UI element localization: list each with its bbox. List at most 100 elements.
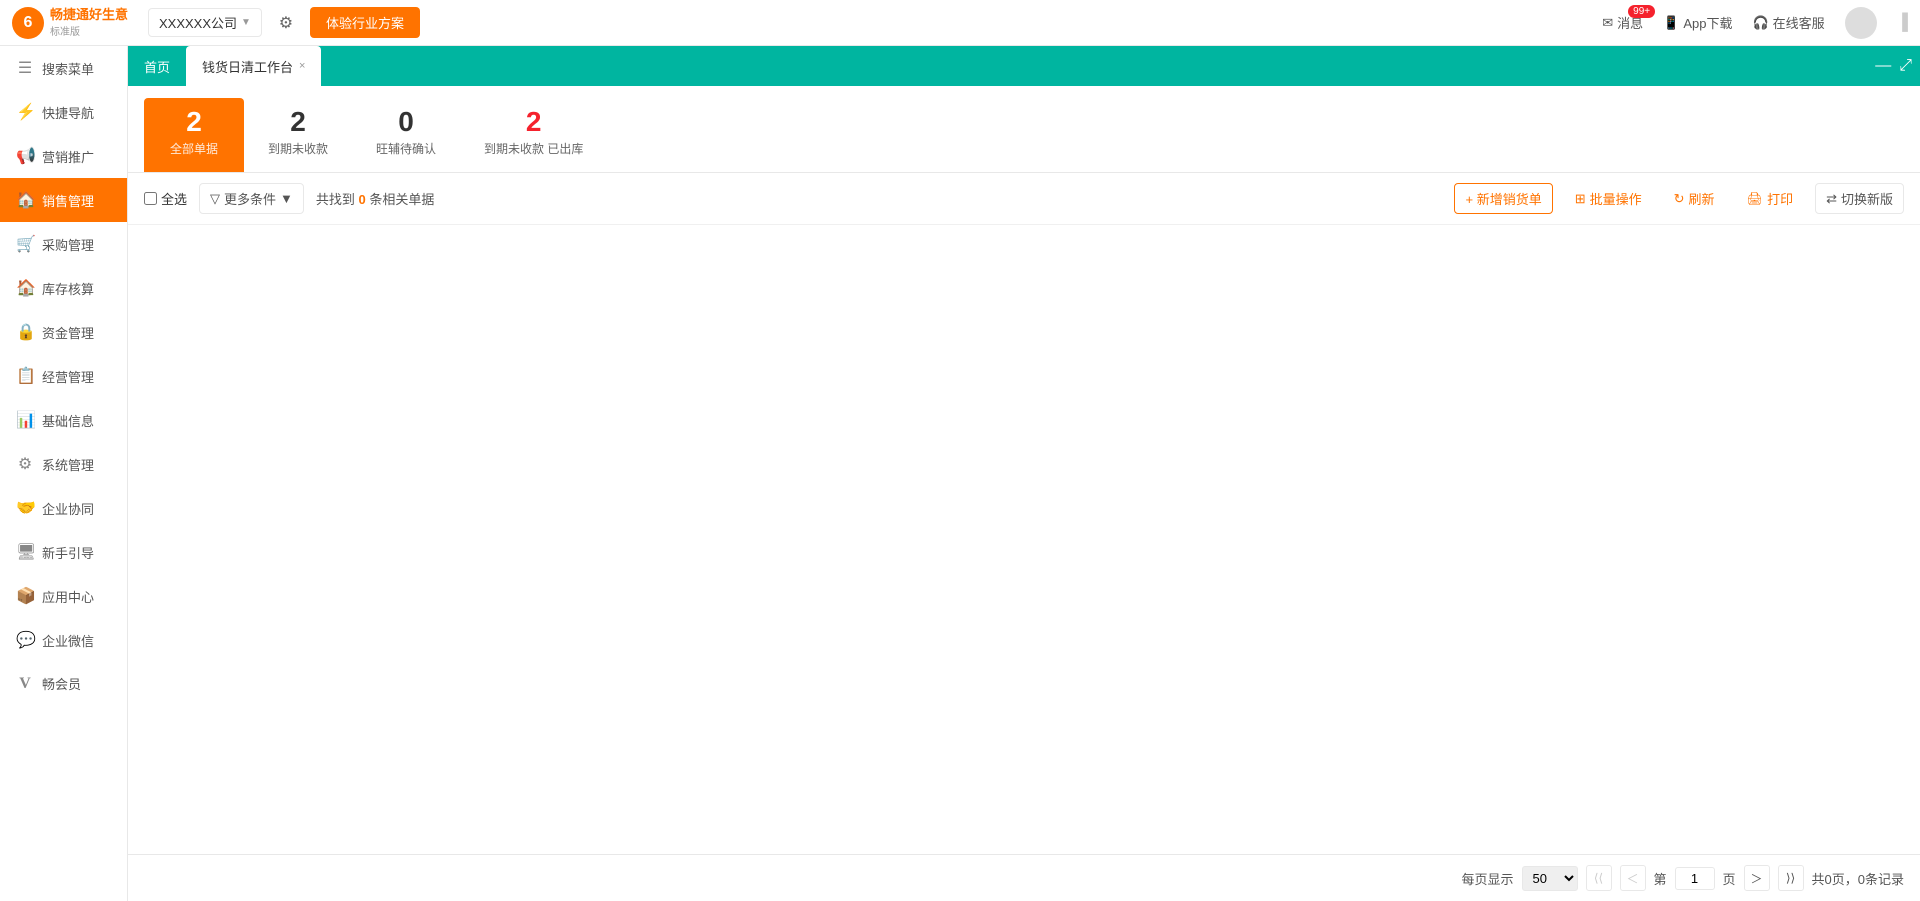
system-mgmt-icon: ⚙	[16, 454, 34, 474]
batch-op-button[interactable]: ⊞ 批量操作	[1565, 184, 1652, 213]
sidebar-item-wechat[interactable]: 💬 企业微信	[0, 618, 127, 662]
tab-qhrq[interactable]: 钱货日清工作台 ×	[186, 46, 321, 86]
user-name-area[interactable]: ▐	[1897, 14, 1908, 32]
base-info-icon: 📊	[16, 410, 34, 430]
sidebar-item-label: 资金管理	[42, 323, 94, 342]
sidebar-item-operations[interactable]: 📋 经营管理	[0, 354, 127, 398]
settings-button[interactable]: ⚙	[270, 7, 302, 39]
quick-nav-icon: ⚡	[16, 102, 34, 122]
wechat-icon: 💬	[16, 630, 34, 650]
toolbar-left: 全选 ▽ 更多条件 ▼ 共找到 0 条相关单据	[144, 183, 434, 214]
sidebar-item-purchase-mgmt[interactable]: 🛒 采购管理	[0, 222, 127, 266]
marketing-icon: 📢	[16, 146, 34, 166]
pagination-bar: 每页显示 50 20 100 ⟨⟨ ＜ 第 页 ＞ ⟩⟩ 共0页，0条记录	[128, 854, 1920, 901]
main-content: 2 全部单据 2 到期未收款 0 旺辅待确认 2 到期未收款 已出库 全选	[128, 86, 1920, 901]
stat-label-overdue: 到期未收款	[268, 140, 328, 157]
switch-version-button[interactable]: ⇄ 切换新版	[1815, 183, 1904, 214]
sidebar-item-search-menu[interactable]: ☰ 搜索菜单	[0, 46, 127, 90]
purchase-mgmt-icon: 🛒	[16, 234, 34, 254]
refresh-button[interactable]: ↻ 刷新	[1664, 184, 1725, 213]
last-page-button[interactable]: ⟩⟩	[1778, 865, 1804, 891]
batch-op-icon: ⊞	[1575, 191, 1586, 207]
toolbar-right: + 新增销货单 ⊞ 批量操作 ↻ 刷新 🖨 打印 ⇄ 切换新版	[1454, 183, 1904, 214]
sidebar-item-marketing[interactable]: 📢 营销推广	[0, 134, 127, 178]
stat-num-overdue: 2	[290, 106, 306, 138]
sidebar-item-enterprise[interactable]: 🤝 企业协同	[0, 486, 127, 530]
stat-tab-overdue[interactable]: 2 到期未收款	[244, 98, 352, 172]
message-icon: ✉	[1602, 15, 1613, 31]
refresh-icon: ↻	[1674, 191, 1685, 207]
sidebar-item-quick-nav[interactable]: ⚡ 快捷导航	[0, 90, 127, 134]
search-menu-icon: ☰	[16, 58, 34, 78]
sidebar-item-finance[interactable]: 🔒 资金管理	[0, 310, 127, 354]
first-page-button[interactable]: ⟨⟨	[1586, 865, 1612, 891]
minimize-button[interactable]: —	[1875, 57, 1891, 75]
tab-home[interactable]: 首页	[128, 46, 186, 86]
stat-num-all: 2	[186, 106, 202, 138]
sidebar-item-label: 经营管理	[42, 367, 94, 386]
headset-icon: 🎧	[1752, 15, 1768, 31]
sidebar-item-app-center[interactable]: 📦 应用中心	[0, 574, 127, 618]
message-button[interactable]: ✉ 消息 99+	[1602, 13, 1643, 32]
sidebar-item-system-mgmt[interactable]: ⚙ 系统管理	[0, 442, 127, 486]
sidebar-item-base-info[interactable]: 📊 基础信息	[0, 398, 127, 442]
sidebar-item-label: 系统管理	[42, 455, 94, 474]
sidebar-item-label: 企业微信	[42, 631, 94, 650]
print-button[interactable]: 🖨 打印	[1737, 184, 1804, 213]
experience-button[interactable]: 体验行业方案	[310, 7, 420, 38]
company-selector[interactable]: XXXXXX公司 ▼	[148, 8, 262, 37]
table-area	[128, 225, 1920, 854]
header-right: ✉ 消息 99+ 📱 App下载 🎧 在线客服 ▐	[1602, 7, 1908, 39]
tab-home-label: 首页	[144, 57, 170, 76]
online-service-label: 在线客服	[1773, 13, 1825, 32]
message-badge: 99+	[1628, 5, 1655, 18]
sidebar-item-guide[interactable]: 🖥 新手引导	[0, 530, 127, 574]
app-download-icon: 📱	[1663, 15, 1679, 31]
found-text: 共找到 0 条相关单据	[316, 189, 435, 208]
nav-tabs-right: — ⤢	[1875, 57, 1920, 75]
logo-title: 畅捷通好生意	[50, 7, 128, 23]
page-number-input[interactable]	[1675, 867, 1715, 890]
switch-label: 切换新版	[1841, 189, 1893, 208]
found-count: 0	[359, 192, 366, 207]
filter-label: 更多条件	[224, 189, 276, 208]
stat-tab-wangwang[interactable]: 0 旺辅待确认	[352, 98, 460, 172]
online-service-button[interactable]: 🎧 在线客服	[1752, 13, 1824, 32]
new-sale-label: + 新增销货单	[1465, 189, 1541, 208]
operations-icon: 📋	[16, 366, 34, 386]
new-sale-button[interactable]: + 新增销货单	[1454, 183, 1552, 214]
stat-tab-overdue-out[interactable]: 2 到期未收款 已出库	[460, 98, 607, 172]
stat-tab-all[interactable]: 2 全部单据	[144, 98, 244, 172]
sidebar-item-label: 快捷导航	[42, 103, 94, 122]
finance-icon: 🔒	[16, 322, 34, 342]
sidebar-item-label: 基础信息	[42, 411, 94, 430]
next-page-button[interactable]: ＞	[1744, 865, 1770, 891]
sidebar-item-label: 营销推广	[42, 147, 94, 166]
stats-bar: 2 全部单据 2 到期未收款 0 旺辅待确认 2 到期未收款 已出库	[128, 86, 1920, 173]
app-download-button[interactable]: 📱 App下载	[1663, 13, 1732, 32]
select-all-checkbox[interactable]: 全选	[144, 189, 187, 208]
filter-button[interactable]: ▽ 更多条件 ▼	[199, 183, 304, 214]
sidebar-item-label: 畅会员	[42, 674, 81, 693]
per-page-select[interactable]: 50 20 100	[1522, 866, 1578, 891]
prev-page-button[interactable]: ＜	[1620, 865, 1646, 891]
sidebar-item-label: 搜索菜单	[42, 59, 94, 78]
stat-label-wangwang: 旺辅待确认	[376, 140, 436, 157]
select-all-input[interactable]	[144, 192, 157, 205]
close-tab-icon[interactable]: ×	[299, 60, 305, 72]
enterprise-icon: 🤝	[16, 498, 34, 518]
sidebar-item-sales-mgmt[interactable]: 🏠 销售管理	[0, 178, 127, 222]
print-label: 打印	[1767, 189, 1793, 208]
content-area: 2 全部单据 2 到期未收款 0 旺辅待确认 2 到期未收款 已出库 全选	[128, 86, 1920, 901]
maximize-button[interactable]: ⤢	[1899, 57, 1912, 75]
total-label: 共0页，0条记录	[1812, 869, 1904, 888]
avatar[interactable]	[1845, 7, 1877, 39]
switch-icon: ⇄	[1826, 191, 1837, 207]
logo-sub: 标准版	[50, 23, 128, 38]
stat-label-overdue-out: 到期未收款 已出库	[484, 140, 583, 157]
sidebar-item-label: 应用中心	[42, 587, 94, 606]
sidebar-item-member[interactable]: V 畅会员	[0, 662, 127, 705]
sidebar-item-inventory[interactable]: 🏠 库存核算	[0, 266, 127, 310]
filter-dropdown-icon: ▼	[280, 191, 293, 206]
sidebar-item-label: 新手引导	[42, 543, 94, 562]
